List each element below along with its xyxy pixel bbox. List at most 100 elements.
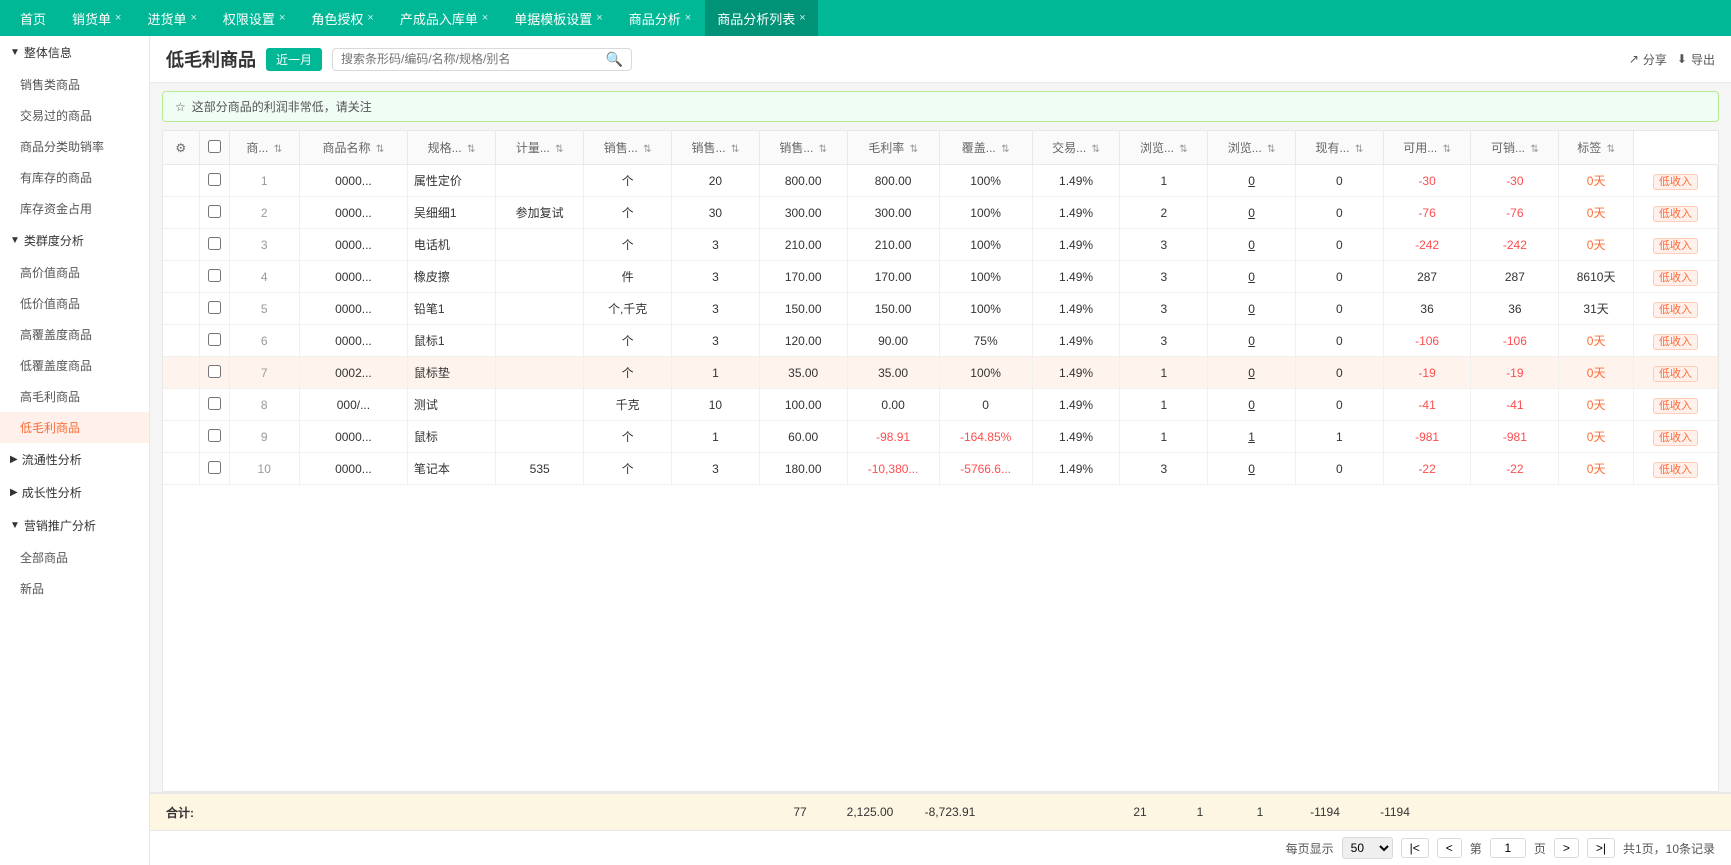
sidebar-item-high-value[interactable]: 高价值商品 <box>0 257 149 288</box>
close-product-analysis-list-icon[interactable]: × <box>799 12 805 24</box>
col-usable-stock[interactable]: 可用... ⇅ <box>1383 131 1471 165</box>
close-template-settings-icon[interactable]: × <box>596 12 602 24</box>
row-index: 5 <box>229 293 299 325</box>
row-checkbox[interactable] <box>199 165 229 197</box>
close-sales-order-icon[interactable]: × <box>115 12 121 24</box>
row-select-checkbox[interactable] <box>208 365 221 378</box>
col-view2[interactable]: 浏览... ⇅ <box>1208 131 1296 165</box>
col-view1[interactable]: 浏览... ⇅ <box>1120 131 1208 165</box>
sidebar-group-cluster[interactable]: ▼ 类群度分析 <box>0 224 149 257</box>
row-select-checkbox[interactable] <box>208 237 221 250</box>
sidebar-item-low-value[interactable]: 低价值商品 <box>0 288 149 319</box>
sidebar-group-overall[interactable]: ▼ 整体信息 <box>0 36 149 69</box>
col-saleable-days[interactable]: 可销... ⇅ <box>1471 131 1559 165</box>
sidebar-item-in-stock[interactable]: 有库存的商品 <box>0 162 149 193</box>
per-page-select[interactable]: 50 20 100 <box>1342 837 1393 859</box>
sidebar-item-new-products[interactable]: 新品 <box>0 573 149 604</box>
col-current-stock[interactable]: 现有... ⇅ <box>1295 131 1383 165</box>
row-view1[interactable]: 0 <box>1208 325 1296 357</box>
col-gross-margin[interactable]: 毛利率 ⇅ <box>847 131 939 165</box>
sidebar-group-marketing[interactable]: ▼ 营销推广分析 <box>0 509 149 542</box>
sidebar-item-low-margin[interactable]: 低毛利商品 <box>0 412 149 443</box>
row-checkbox[interactable] <box>199 261 229 293</box>
close-permissions-icon[interactable]: × <box>279 12 285 24</box>
nav-sales-order[interactable]: 销货单 × <box>60 0 133 36</box>
sidebar-item-traded-products[interactable]: 交易过的商品 <box>0 100 149 131</box>
sidebar-item-all-products[interactable]: 全部商品 <box>0 542 149 573</box>
nav-product-analysis-list[interactable]: 商品分析列表 × <box>705 0 817 36</box>
col-sale-profit[interactable]: 销售... ⇅ <box>759 131 847 165</box>
col-sale-amount[interactable]: 销售... ⇅ <box>672 131 760 165</box>
sidebar-item-high-margin[interactable]: 高毛利商品 <box>0 381 149 412</box>
export-button[interactable]: ⬇ 导出 <box>1677 51 1715 68</box>
row-checkbox[interactable] <box>199 421 229 453</box>
row-select-checkbox[interactable] <box>208 333 221 346</box>
search-icon[interactable]: 🔍 <box>606 51 623 68</box>
row-saleable-days: 0天 <box>1559 165 1634 197</box>
row-select-checkbox[interactable] <box>208 173 221 186</box>
row-select-checkbox[interactable] <box>208 205 221 218</box>
row-view1[interactable]: 0 <box>1208 261 1296 293</box>
nav-permissions[interactable]: 权限设置 × <box>211 0 297 36</box>
row-select-checkbox[interactable] <box>208 301 221 314</box>
first-page-button[interactable]: |< <box>1401 838 1429 858</box>
next-page-button[interactable]: > <box>1554 838 1579 858</box>
sidebar-group-flow[interactable]: ▶ 流通性分析 <box>0 443 149 476</box>
row-view1[interactable]: 0 <box>1208 389 1296 421</box>
row-checkbox[interactable] <box>199 229 229 261</box>
sidebar-item-sales-products[interactable]: 销售类商品 <box>0 69 149 100</box>
row-view1[interactable]: 0 <box>1208 165 1296 197</box>
row-view1[interactable]: 1 <box>1208 421 1296 453</box>
row-checkbox[interactable] <box>199 197 229 229</box>
share-button[interactable]: ↗ 分享 <box>1629 51 1667 68</box>
close-product-analysis-icon[interactable]: × <box>685 12 691 24</box>
row-select-checkbox[interactable] <box>208 429 221 442</box>
last-page-button[interactable]: >| <box>1587 838 1615 858</box>
col-qty[interactable]: 销售... ⇅ <box>584 131 672 165</box>
checkbox-col-header[interactable] <box>199 131 229 165</box>
row-usable-stock: 287 <box>1471 261 1559 293</box>
col-tag[interactable]: 标签 ⇅ <box>1559 131 1634 165</box>
row-view1[interactable]: 0 <box>1208 197 1296 229</box>
sidebar-item-high-coverage[interactable]: 高覆盖度商品 <box>0 319 149 350</box>
close-finished-goods-icon[interactable]: × <box>482 12 488 24</box>
close-role-auth-icon[interactable]: × <box>367 12 373 24</box>
row-checkbox[interactable] <box>199 453 229 485</box>
row-sale-profit: 800.00 <box>847 165 939 197</box>
col-spec[interactable]: 规格... ⇅ <box>407 131 495 165</box>
row-select-checkbox[interactable] <box>208 397 221 410</box>
row-select-checkbox[interactable] <box>208 461 221 474</box>
filter-recent-month-button[interactable]: 近一月 <box>266 48 322 71</box>
page-number-input[interactable] <box>1490 838 1526 858</box>
nav-home[interactable]: 首页 <box>8 0 58 36</box>
nav-finished-goods[interactable]: 产成品入库单 × <box>388 0 500 36</box>
row-checkbox[interactable] <box>199 325 229 357</box>
nav-purchase-order[interactable]: 进货单 × <box>135 0 208 36</box>
col-unit[interactable]: 计量... ⇅ <box>496 131 584 165</box>
row-checkbox[interactable] <box>199 357 229 389</box>
nav-role-auth[interactable]: 角色授权 × <box>299 0 385 36</box>
col-coverage[interactable]: 覆盖... ⇅ <box>939 131 1032 165</box>
search-input[interactable] <box>341 52 606 66</box>
nav-template-settings[interactable]: 单据模板设置 × <box>502 0 614 36</box>
col-code[interactable]: 商... ⇅ <box>229 131 299 165</box>
sidebar-item-category-rate[interactable]: 商品分类助销率 <box>0 131 149 162</box>
sidebar-item-stock-capital[interactable]: 库存资金占用 <box>0 193 149 224</box>
row-checkbox[interactable] <box>199 389 229 421</box>
settings-col-header[interactable]: ⚙ <box>163 131 199 165</box>
col-name[interactable]: 商品名称 ⇅ <box>299 131 407 165</box>
row-view1[interactable]: 0 <box>1208 453 1296 485</box>
row-checkbox[interactable] <box>199 293 229 325</box>
row-view1[interactable]: 0 <box>1208 229 1296 261</box>
row-view1[interactable]: 0 <box>1208 357 1296 389</box>
sidebar-group-growth[interactable]: ▶ 成长性分析 <box>0 476 149 509</box>
col-trade-count[interactable]: 交易... ⇅ <box>1032 131 1120 165</box>
row-select-checkbox[interactable] <box>208 269 221 282</box>
close-purchase-order-icon[interactable]: × <box>190 12 196 24</box>
nav-product-analysis[interactable]: 商品分析 × <box>617 0 703 36</box>
sidebar-item-low-coverage[interactable]: 低覆盖度商品 <box>0 350 149 381</box>
prev-page-button[interactable]: < <box>1437 838 1462 858</box>
row-view1[interactable]: 0 <box>1208 293 1296 325</box>
table-row: 2 0000... 吴细细1 参加复试 个 30 300.00 300.00 1… <box>163 197 1718 229</box>
select-all-checkbox[interactable] <box>208 140 221 153</box>
